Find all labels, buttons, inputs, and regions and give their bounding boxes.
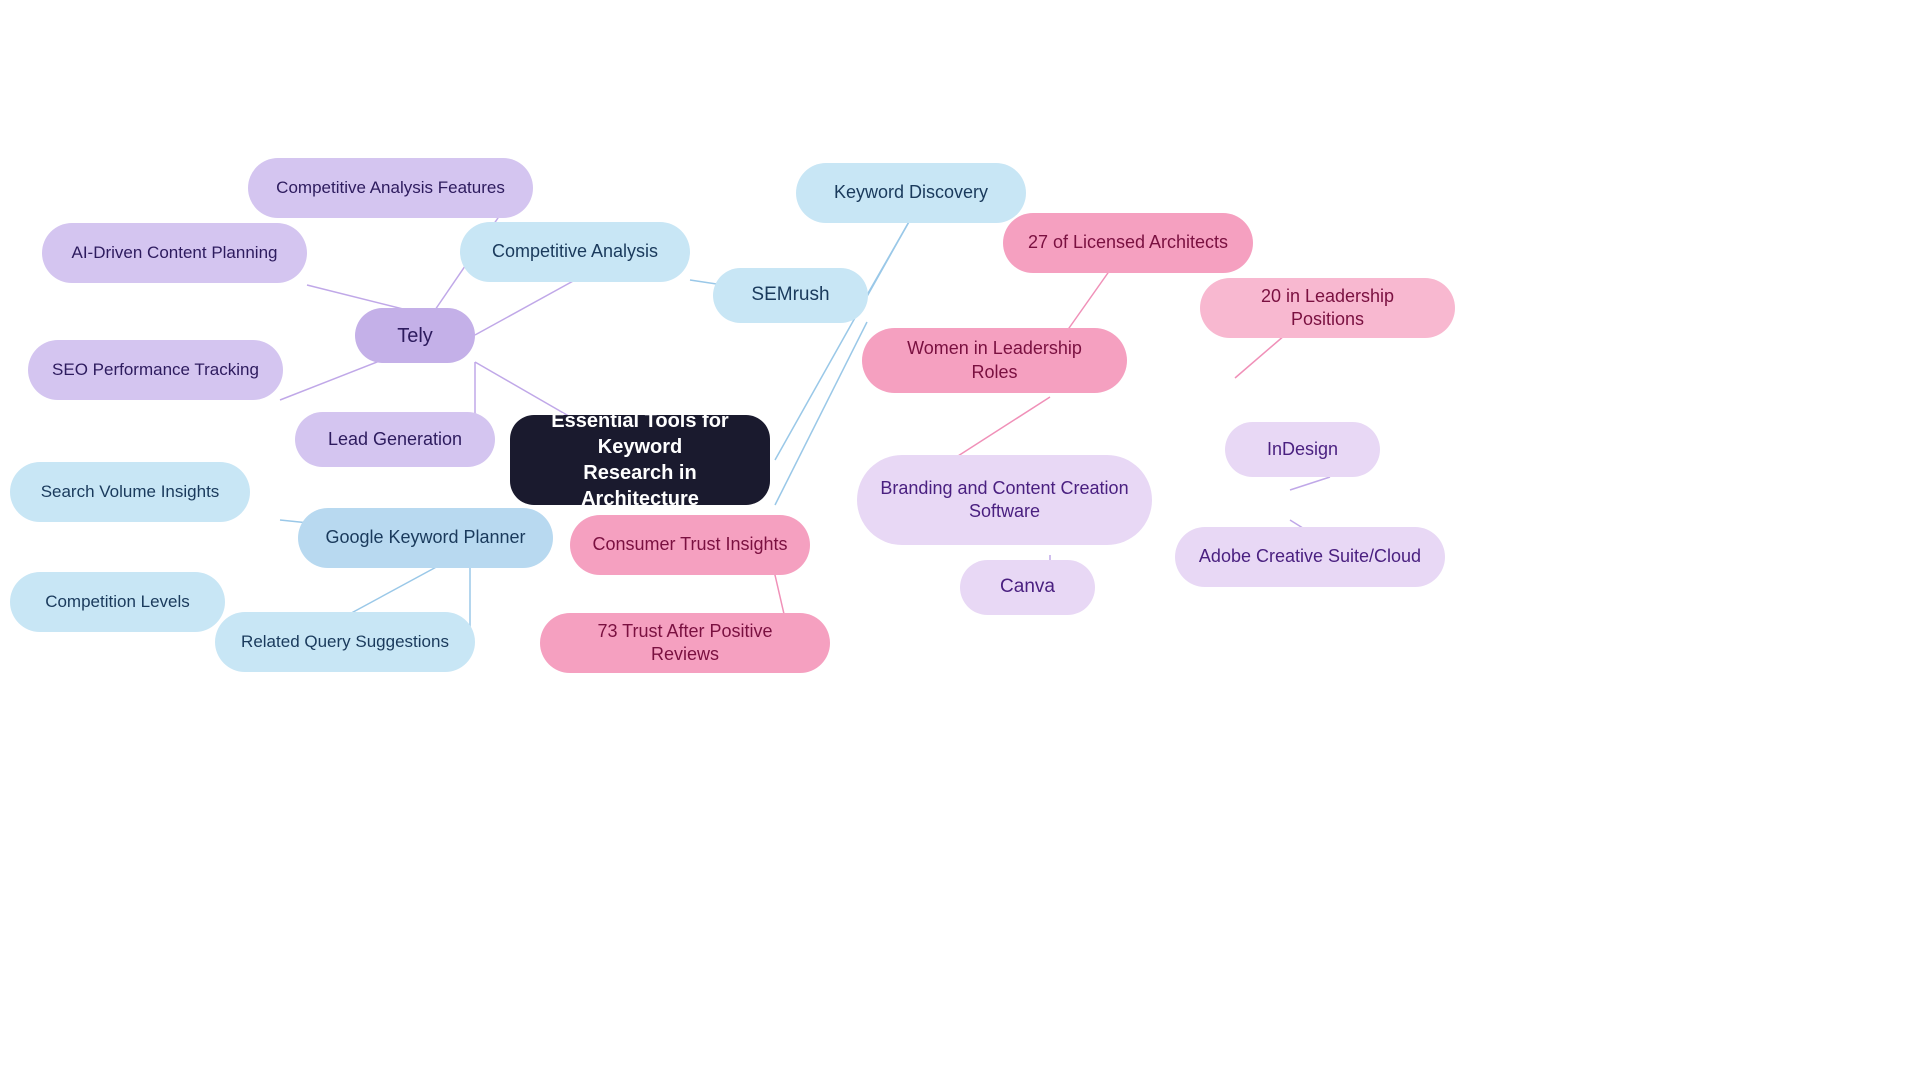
tely-label: Tely (397, 323, 433, 349)
center-label: Essential Tools for Keyword Research in … (532, 408, 748, 512)
competitive-features-node: Competitive Analysis Features (248, 158, 533, 218)
branding-label: Branding and Content Creation Software (880, 477, 1128, 524)
ai-content-label: AI-Driven Content Planning (71, 242, 277, 264)
indesign-node: InDesign (1225, 422, 1380, 477)
lead-gen-label: Lead Generation (328, 428, 462, 451)
related-query-label: Related Query Suggestions (241, 631, 449, 653)
seo-tracking-node: SEO Performance Tracking (28, 340, 283, 400)
google-kw-node: Google Keyword Planner (298, 508, 553, 568)
search-volume-label: Search Volume Insights (41, 481, 220, 503)
trust-reviews-label: 73 Trust After Positive Reviews (562, 620, 808, 667)
adobe-label: Adobe Creative Suite/Cloud (1199, 545, 1421, 568)
competitive-features-label: Competitive Analysis Features (276, 177, 505, 199)
competition-levels-label: Competition Levels (45, 591, 190, 613)
competitive-analysis-label: Competitive Analysis (492, 240, 658, 263)
consumer-trust-node: Consumer Trust Insights (570, 515, 810, 575)
canva-node: Canva (960, 560, 1095, 615)
canva-label: Canva (1000, 575, 1055, 600)
google-kw-label: Google Keyword Planner (325, 526, 525, 549)
center-node: Essential Tools for Keyword Research in … (510, 415, 770, 505)
adobe-node: Adobe Creative Suite/Cloud (1175, 527, 1445, 587)
branding-node: Branding and Content Creation Software (857, 455, 1152, 545)
keyword-discovery-node: Keyword Discovery (796, 163, 1026, 223)
search-volume-node: Search Volume Insights (10, 462, 250, 522)
semrush-node: SEMrush (713, 268, 868, 323)
women-leadership-label: Women in Leadership Roles (884, 337, 1105, 384)
women-leadership-node: Women in Leadership Roles (862, 328, 1127, 393)
ai-content-node: AI-Driven Content Planning (42, 223, 307, 283)
competition-levels-node: Competition Levels (10, 572, 225, 632)
competitive-analysis-node: Competitive Analysis (460, 222, 690, 282)
related-query-node: Related Query Suggestions (215, 612, 475, 672)
semrush-label: SEMrush (751, 283, 829, 308)
leadership-positions-label: 20 in Leadership Positions (1222, 285, 1433, 332)
licensed-architects-label: 27 of Licensed Architects (1028, 231, 1228, 254)
consumer-trust-label: Consumer Trust Insights (592, 533, 787, 556)
tely-node: Tely (355, 308, 475, 363)
indesign-label: InDesign (1267, 438, 1338, 461)
lead-gen-node: Lead Generation (295, 412, 495, 467)
licensed-architects-node: 27 of Licensed Architects (1003, 213, 1253, 273)
leadership-positions-node: 20 in Leadership Positions (1200, 278, 1455, 338)
seo-tracking-label: SEO Performance Tracking (52, 359, 259, 381)
keyword-discovery-label: Keyword Discovery (834, 181, 988, 204)
trust-reviews-node: 73 Trust After Positive Reviews (540, 613, 830, 673)
